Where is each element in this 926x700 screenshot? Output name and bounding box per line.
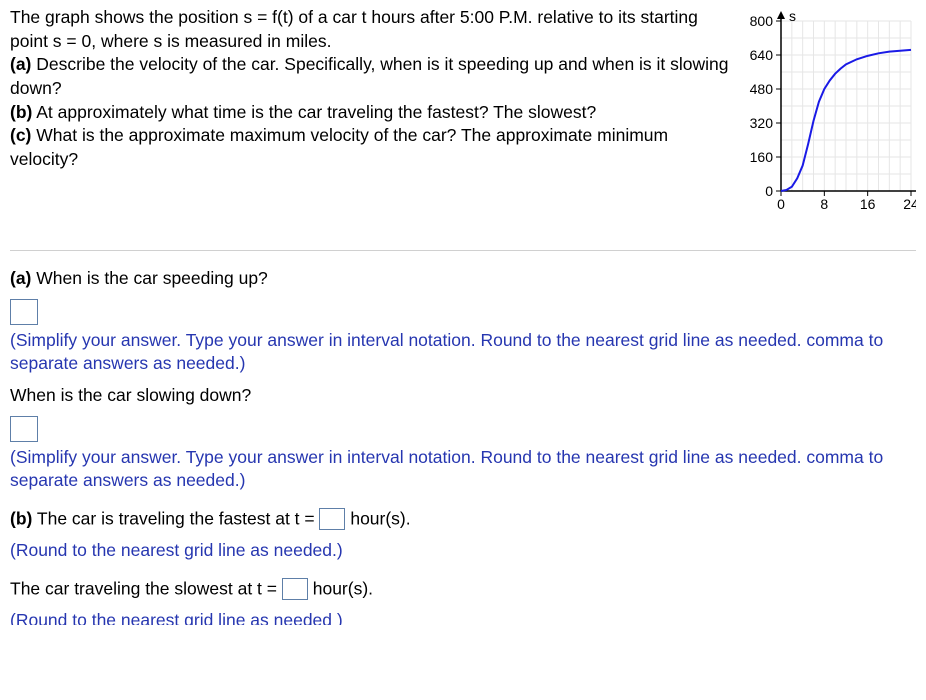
part-c-text: What is the approximate maximum velocity…	[10, 125, 668, 169]
position-chart: 0 8 16 24 0 160 320 480 640 800 s	[741, 6, 916, 226]
answer-a2-input[interactable]	[10, 416, 38, 442]
c-pre: The car traveling the slowest at t =	[10, 578, 282, 598]
svg-text:24: 24	[903, 196, 916, 212]
divider	[10, 250, 916, 251]
part-a-label: (a)	[10, 54, 31, 74]
hint-a2: (Simplify your answer. Type your answer …	[10, 446, 916, 493]
svg-text:480: 480	[750, 81, 774, 97]
answer-a1-input[interactable]	[10, 299, 38, 325]
svg-text:0: 0	[777, 196, 785, 212]
svg-text:640: 640	[750, 47, 774, 63]
q-a-text: When is the car speeding up?	[31, 268, 267, 288]
svg-text:s: s	[789, 8, 796, 24]
part-b-label: (b)	[10, 102, 32, 122]
part-b-text: At approximately what time is the car tr…	[32, 102, 596, 122]
part-c-label: (c)	[10, 125, 31, 145]
svg-text:800: 800	[750, 13, 774, 29]
problem-statement: The graph shows the position s = f(t) of…	[10, 6, 729, 171]
answer-b-input[interactable]	[319, 508, 345, 530]
hint-b: (Round to the nearest grid line as neede…	[10, 539, 916, 563]
answer-c-input[interactable]	[282, 578, 308, 600]
hint-a1: (Simplify your answer. Type your answer …	[10, 329, 916, 376]
svg-text:16: 16	[860, 196, 876, 212]
b-post: hour(s).	[345, 508, 410, 528]
b-pre: The car is traveling the fastest at t =	[32, 508, 319, 528]
svg-text:0: 0	[765, 183, 773, 199]
svg-text:8: 8	[820, 196, 828, 212]
chart-svg: 0 8 16 24 0 160 320 480 640 800 s	[741, 6, 916, 226]
hint-c: (Round to the nearest grid line as neede…	[10, 609, 916, 625]
q-a2-text: When is the car slowing down?	[10, 384, 916, 408]
q-a-label: (a)	[10, 268, 31, 288]
svg-text:160: 160	[750, 149, 774, 165]
intro-text: The graph shows the position s = f(t) of…	[10, 7, 698, 51]
c-post: hour(s).	[308, 578, 373, 598]
q-b-label: (b)	[10, 508, 32, 528]
part-a-text: Describe the velocity of the car. Specif…	[10, 54, 729, 98]
svg-text:320: 320	[750, 115, 774, 131]
